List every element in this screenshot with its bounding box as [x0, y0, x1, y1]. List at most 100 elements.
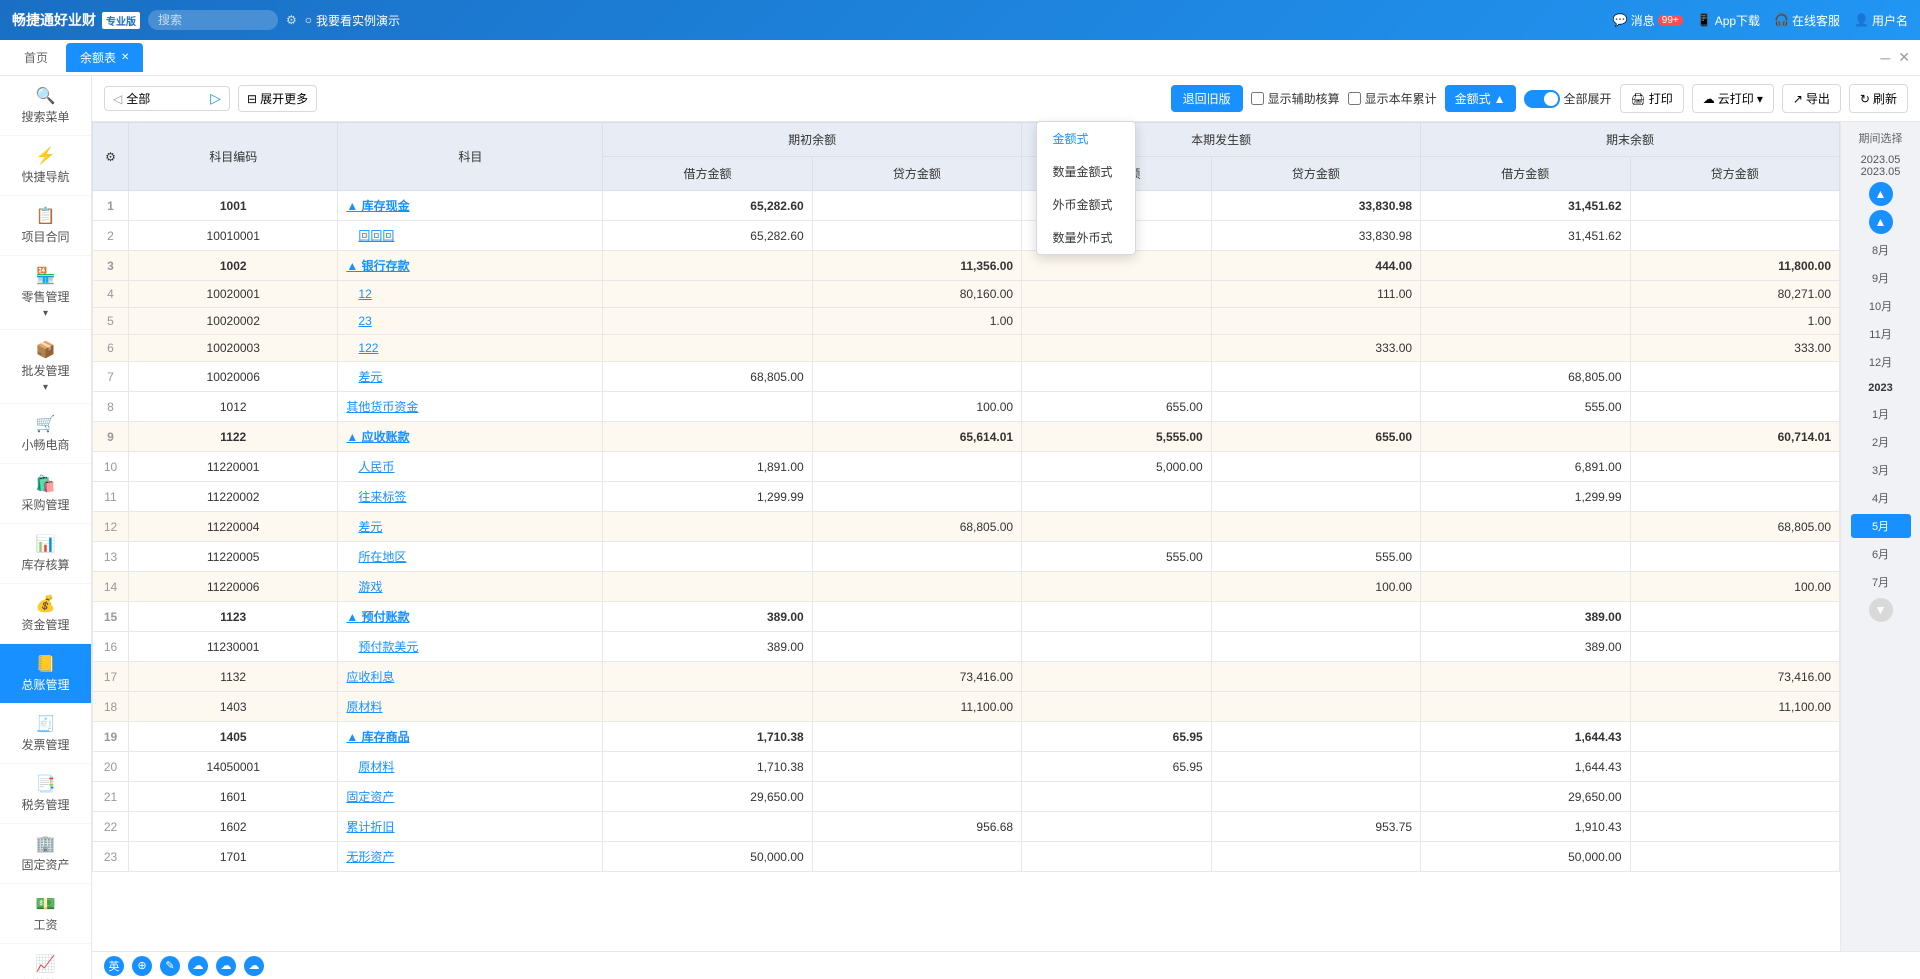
subject-name-link[interactable]: 其他货币资金	[346, 400, 418, 414]
top-search-input[interactable]	[148, 10, 278, 30]
cloud-print-btn[interactable]: ☁ 云打印 ▾	[1692, 84, 1774, 113]
window-minimize-btn[interactable]: ─	[1880, 49, 1890, 66]
sidebar-item-assets[interactable]: 🏢 固定资产	[0, 824, 91, 884]
sidebar-item-search[interactable]: 🔍 搜索菜单	[0, 76, 91, 136]
download-btn[interactable]: 📱 App下载	[1697, 12, 1760, 29]
month-11[interactable]: 11月	[1851, 322, 1911, 346]
row-name[interactable]: 应收利息	[338, 662, 603, 692]
row-name[interactable]: 所在地区	[338, 542, 603, 572]
row-name[interactable]: 游戏	[338, 572, 603, 602]
row-name[interactable]: ▲ 应收账款	[338, 422, 603, 452]
subject-name-link[interactable]: 往来标签	[346, 490, 406, 504]
format-option-foreign-amount[interactable]: 外币金额式	[1037, 188, 1135, 221]
row-name[interactable]: 差元	[338, 362, 603, 392]
subject-name-link[interactable]: 应收利息	[346, 670, 394, 684]
service-btn[interactable]: 🎧 在线客服	[1774, 12, 1840, 29]
row-name[interactable]: ▲ 银行存款	[338, 251, 603, 281]
subject-name-link[interactable]: 差元	[346, 370, 382, 384]
tab-balance[interactable]: 余额表 ✕	[66, 43, 143, 72]
subject-name-link[interactable]: 游戏	[346, 580, 382, 594]
subject-name-link[interactable]: 固定资产	[346, 790, 394, 804]
user-avatar[interactable]: 👤 用户名	[1854, 12, 1908, 29]
row-name[interactable]: 差元	[338, 512, 603, 542]
subject-name-link[interactable]: 预付款美元	[346, 640, 418, 654]
sidebar-item-purchase[interactable]: 🛍️ 采购管理	[0, 464, 91, 524]
status-icon-lang[interactable]: 英	[104, 956, 124, 976]
row-name[interactable]: 人民币	[338, 452, 603, 482]
subject-name-link[interactable]: 23	[346, 314, 371, 328]
subject-name-link[interactable]: 122	[346, 341, 378, 355]
sidebar-item-retail[interactable]: 🏪 零售管理 ▾	[0, 256, 91, 330]
sidebar-item-contract[interactable]: 📋 项目合同	[0, 196, 91, 256]
format-option-amount[interactable]: 金额式	[1037, 122, 1135, 155]
subject-name-link[interactable]: 所在地区	[346, 550, 406, 564]
status-icon-cloud1[interactable]: ☁	[188, 956, 208, 976]
row-name[interactable]: 122	[338, 335, 603, 362]
message-btn[interactable]: 💬 消息 99+	[1613, 12, 1683, 29]
sidebar-item-inventory[interactable]: 📊 库存核算	[0, 524, 91, 584]
format-option-qty-foreign[interactable]: 数量外币式	[1037, 221, 1135, 254]
row-name[interactable]: 累计折旧	[338, 812, 603, 842]
expand-more-btn[interactable]: ⊟ 展开更多	[238, 85, 317, 112]
subject-name-link[interactable]: 人民币	[346, 460, 394, 474]
month-3[interactable]: 3月	[1851, 458, 1911, 482]
demo-link[interactable]: ○ 我要看实例演示	[305, 12, 400, 29]
status-icon-edit[interactable]: ✎	[160, 956, 180, 976]
subject-name-link[interactable]: 累计折旧	[346, 820, 394, 834]
row-name[interactable]: 原材料	[338, 692, 603, 722]
sidebar-item-quicknav[interactable]: ⚡ 快捷导航	[0, 136, 91, 196]
row-name[interactable]: ▲ 库存现金	[338, 191, 603, 221]
status-icon-cloud3[interactable]: ☁	[244, 956, 264, 976]
subject-name-link[interactable]: 回回回	[346, 229, 394, 243]
tab-close-icon[interactable]: ✕	[121, 52, 129, 63]
subject-name-link[interactable]: 原材料	[346, 760, 394, 774]
month-10[interactable]: 10月	[1851, 294, 1911, 318]
row-name[interactable]: 往来标签	[338, 482, 603, 512]
month-9[interactable]: 9月	[1851, 266, 1911, 290]
prev-period-btn2[interactable]: ▲	[1869, 210, 1893, 234]
return-old-btn[interactable]: 退回旧版	[1171, 85, 1243, 112]
sidebar-item-salary[interactable]: 💵 工资	[0, 884, 91, 944]
status-icon-cloud2[interactable]: ☁	[216, 956, 236, 976]
th-settings[interactable]: ⚙	[93, 123, 129, 191]
subject-name-link[interactable]: 原材料	[346, 700, 382, 714]
month-2[interactable]: 2月	[1851, 430, 1911, 454]
subject-name-link[interactable]: 差元	[346, 520, 382, 534]
month-12[interactable]: 12月	[1851, 350, 1911, 374]
row-name[interactable]: 23	[338, 308, 603, 335]
month-8[interactable]: 8月	[1851, 238, 1911, 262]
row-name[interactable]: 12	[338, 281, 603, 308]
sidebar-item-invoice[interactable]: 🧾 发票管理	[0, 704, 91, 764]
expand-all-toggle[interactable]: 全部展开	[1524, 90, 1612, 108]
print-btn[interactable]: 🖨 打印	[1620, 84, 1684, 113]
subject-search[interactable]: ◁ ▷	[104, 86, 230, 111]
month-6[interactable]: 6月	[1851, 542, 1911, 566]
row-name[interactable]: 原材料	[338, 752, 603, 782]
export-btn[interactable]: ↗ 导出	[1782, 84, 1841, 113]
toggle-switch[interactable]	[1524, 90, 1560, 108]
status-icon-plus[interactable]: ⊕	[132, 956, 152, 976]
row-name[interactable]: 回回回	[338, 221, 603, 251]
month-4[interactable]: 4月	[1851, 486, 1911, 510]
row-name[interactable]: 无形资产	[338, 842, 603, 872]
month-5[interactable]: 5月	[1851, 514, 1911, 538]
ytd-checkbox-input[interactable]	[1348, 92, 1361, 105]
next-period-btn[interactable]: ▼	[1869, 598, 1893, 622]
row-name[interactable]: ▲ 库存商品	[338, 722, 603, 752]
tab-home[interactable]: 首页	[10, 43, 62, 72]
subject-name-link[interactable]: ▲ 应收账款	[346, 430, 409, 444]
sidebar-item-ledger[interactable]: 📒 总账管理	[0, 644, 91, 704]
forward-arrow-icon[interactable]: ▷	[210, 90, 221, 107]
sidebar-item-capital[interactable]: 💰 资金管理	[0, 584, 91, 644]
row-name[interactable]: 预付款美元	[338, 632, 603, 662]
format-option-qty-amount[interactable]: 数量金额式	[1037, 155, 1135, 188]
row-name[interactable]: ▲ 预付账款	[338, 602, 603, 632]
format-dropdown-btn[interactable]: 金额式 ▲	[1445, 85, 1516, 112]
row-name[interactable]: 其他货币资金	[338, 392, 603, 422]
show-ytd-checkbox[interactable]: 显示本年累计	[1348, 90, 1437, 107]
gear-icon[interactable]: ⚙	[286, 13, 297, 27]
sidebar-item-tax[interactable]: 📑 税务管理	[0, 764, 91, 824]
refresh-btn[interactable]: ↻ 刷新	[1849, 84, 1908, 113]
window-close-btn[interactable]: ✕	[1898, 49, 1910, 66]
sidebar-item-wholesale[interactable]: 📦 批发管理 ▾	[0, 330, 91, 404]
